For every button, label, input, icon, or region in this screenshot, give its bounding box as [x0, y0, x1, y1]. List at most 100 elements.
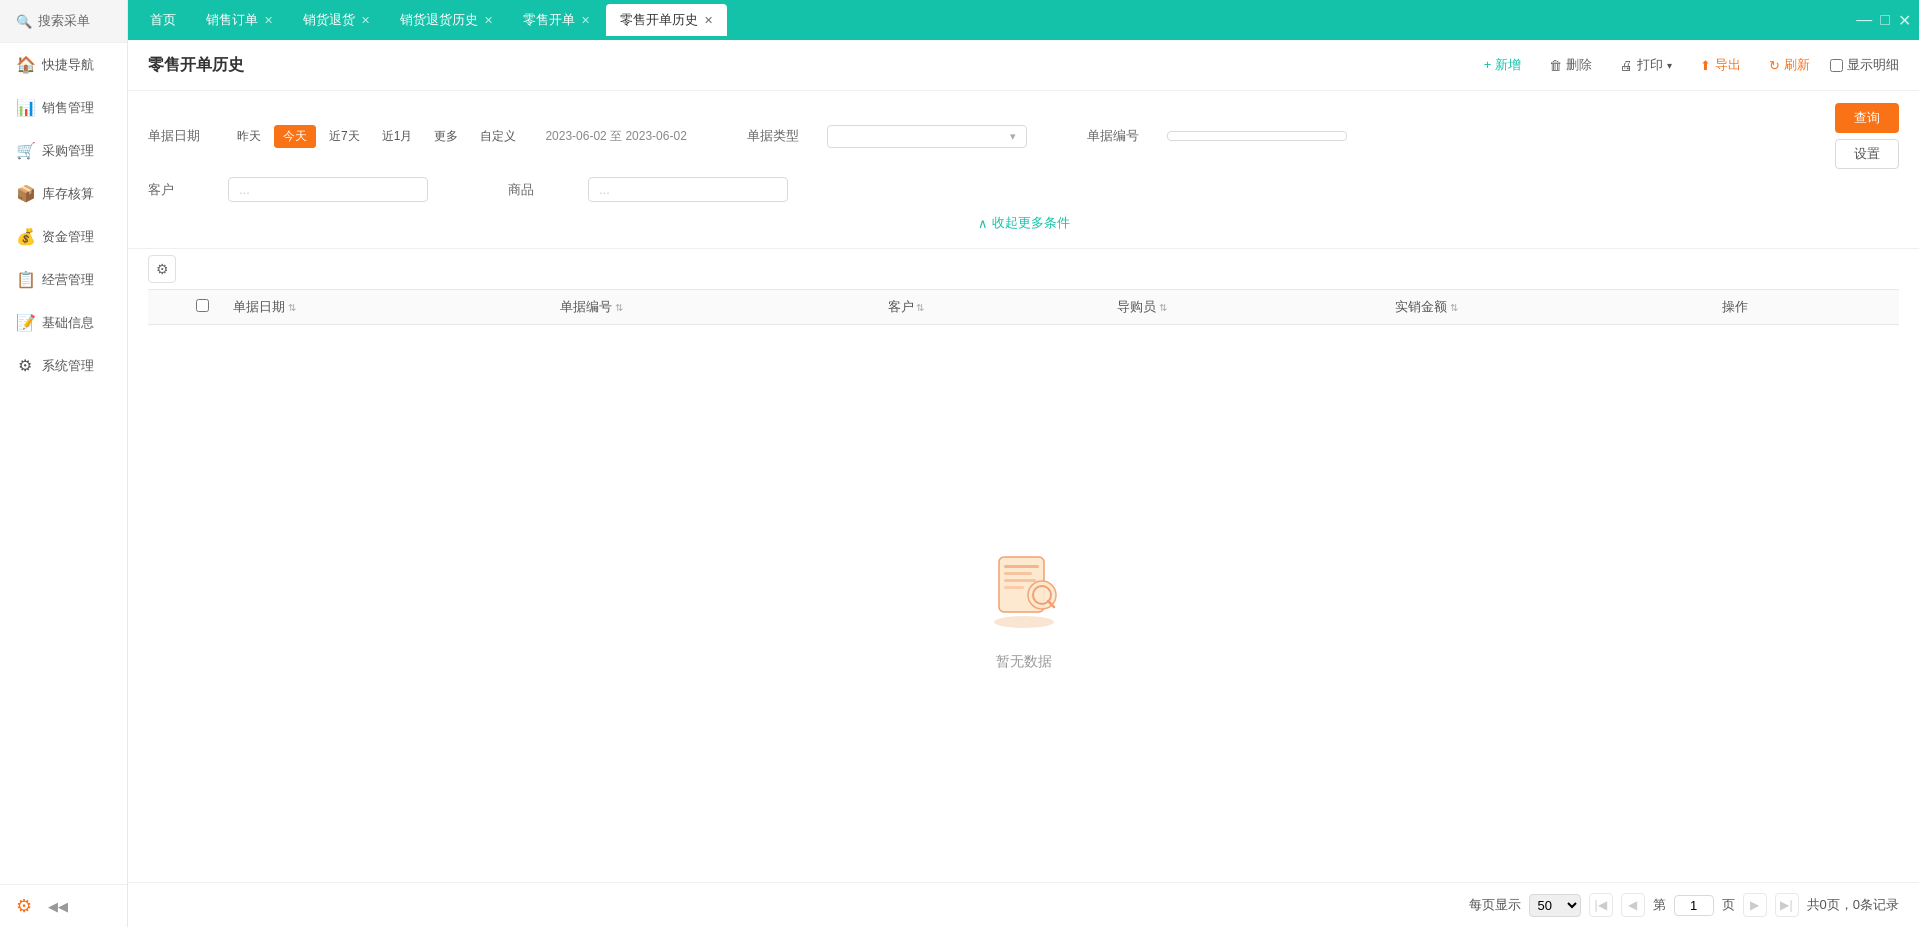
collapse-label: 收起更多条件 [992, 214, 1070, 232]
sidebar-item-system-mgmt[interactable]: ⚙ 系统管理 [0, 344, 127, 387]
export-button[interactable]: ⬆ 导出 [1692, 52, 1749, 78]
sidebar-nav: 🏠 快捷导航 📊 销售管理 🛒采购管理📦库存核算💰资金管理📋经营管理📝基础信息 ⚙ 系统管理 [0, 43, 127, 387]
tab-close-sales-return-history[interactable]: ✕ [484, 14, 493, 27]
collapse-sidebar-icon[interactable]: ◀◀ [48, 899, 68, 914]
display-detail-checkbox-label[interactable]: 显示明细 [1830, 56, 1899, 74]
date-btn-自定义[interactable]: 自定义 [471, 125, 525, 148]
th-ops: 操作 [1710, 290, 1899, 325]
close-window-icon[interactable]: ✕ [1898, 11, 1911, 30]
sort-icon-guide: ⇅ [1156, 302, 1167, 313]
nav-icon-sales-mgmt: 📊 [16, 98, 34, 117]
sidebar-item-finance[interactable]: 💰资金管理 [0, 215, 127, 258]
sidebar-item-quick-nav[interactable]: 🏠 快捷导航 [0, 43, 127, 86]
doc-type-select[interactable]: ▾ [827, 125, 1027, 148]
nav-label-basic-info: 基础信息 [42, 314, 94, 332]
goods-placeholder: ... [599, 182, 610, 197]
content-area: 零售开单历史 + 新增 🗑 删除 🖨 打印 ▾ ⬆ 导出 ↻ [128, 40, 1919, 927]
tab-sales-return-history[interactable]: 销货退货历史 ✕ [386, 4, 507, 36]
tab-close-sales-order[interactable]: ✕ [264, 14, 273, 27]
tab-label-sales-return-history: 销货退货历史 [400, 11, 478, 29]
sort-icon-doc_no: ⇅ [612, 302, 623, 313]
empty-icon [974, 537, 1074, 637]
sidebar: 🔍 搜索采单 🏠 快捷导航 📊 销售管理 🛒采购管理📦库存核算💰资金管理📋经营管理📝基础… [0, 0, 128, 927]
minimize-icon[interactable]: — [1856, 11, 1872, 29]
next-page-button[interactable]: ▶ [1743, 893, 1767, 917]
customer-input[interactable]: ... [228, 177, 428, 202]
print-icon: 🖨 [1620, 58, 1633, 73]
date-btn-昨天[interactable]: 昨天 [228, 125, 270, 148]
sidebar-search[interactable]: 🔍 搜索采单 [0, 0, 127, 43]
per-page-label: 每页显示 [1469, 896, 1521, 914]
th-amount[interactable]: 实销金额 ⇅ [1383, 290, 1710, 325]
first-page-button[interactable]: |◀ [1589, 893, 1613, 917]
doc-no-input[interactable] [1167, 131, 1347, 141]
tab-sales-order[interactable]: 销售订单✕ [192, 4, 287, 36]
sort-icon-date: ⇅ [285, 302, 296, 313]
setting-button[interactable]: 设置 [1835, 139, 1899, 169]
tab-retail-history[interactable]: 零售开单历史✕ [606, 4, 727, 36]
per-page-select[interactable]: 2050100200 [1529, 894, 1581, 917]
display-detail-label: 显示明细 [1847, 56, 1899, 74]
nav-label-system-mgmt: 系统管理 [42, 357, 94, 375]
customer-placeholder: ... [239, 182, 250, 197]
svg-point-0 [994, 616, 1054, 628]
nav-icon-system-mgmt: ⚙ [16, 356, 34, 375]
th-doc_no[interactable]: 单据编号 ⇅ [548, 290, 875, 325]
page-input[interactable] [1674, 895, 1714, 916]
empty-state: 暂无数据 [148, 325, 1899, 882]
collapse-conditions[interactable]: ∧ 收起更多条件 [148, 210, 1899, 236]
sidebar-search-label: 搜索采单 [38, 12, 90, 30]
svg-rect-2 [1004, 565, 1039, 568]
nav-label-purchase-mgmt: 采购管理 [42, 142, 94, 160]
tab-retail-open[interactable]: 零售开单✕ [509, 4, 604, 36]
th-customer[interactable]: 客户 ⇅ [876, 290, 1105, 325]
table-column-settings-icon[interactable]: ⚙ [148, 255, 176, 283]
filter-row-2: 客户 ... 商品 ... [148, 177, 1899, 202]
sidebar-item-inventory[interactable]: 📦库存核算 [0, 172, 127, 215]
print-button[interactable]: 🖨 打印 ▾ [1612, 52, 1680, 78]
nav-icon-operations: 📋 [16, 270, 34, 289]
tab-close-sales-return[interactable]: ✕ [361, 14, 370, 27]
tab-close-retail-history[interactable]: ✕ [704, 14, 713, 27]
last-page-button[interactable]: ▶| [1775, 893, 1799, 917]
chevron-up-icon: ∧ [978, 216, 988, 231]
date-btn-近1月[interactable]: 近1月 [373, 125, 422, 148]
tab-sales-return[interactable]: 销货退货 ✕ [289, 4, 384, 36]
tab-home[interactable]: 首页 [136, 4, 190, 36]
sidebar-item-sales-mgmt[interactable]: 📊 销售管理 [0, 86, 127, 129]
tab-close-retail-open[interactable]: ✕ [581, 14, 590, 27]
goods-input[interactable]: ... [588, 177, 788, 202]
maximize-icon[interactable]: □ [1880, 11, 1890, 29]
date-btn-今天[interactable]: 今天 [274, 125, 316, 148]
col-label-doc_no: 单据编号 [560, 299, 612, 314]
doc-no-label: 单据编号 [1087, 127, 1147, 145]
th-guide[interactable]: 导购员 ⇅ [1105, 290, 1383, 325]
nav-label-quick-nav: 快捷导航 [42, 56, 94, 74]
date-filter-label: 单据日期 [148, 127, 208, 145]
nav-label-sales-mgmt: 销售管理 [42, 99, 94, 117]
table-area: ⚙ 单据日期 ⇅单据编号 ⇅客户 ⇅导购员 ⇅实销金额 ⇅操作 [128, 249, 1919, 882]
date-btn-近7天[interactable]: 近7天 [320, 125, 369, 148]
sidebar-item-purchase-mgmt[interactable]: 🛒采购管理 [0, 129, 127, 172]
tab-bar: 首页销售订单✕销货退货✕销货退货历史✕零售开单✕零售开单历史✕ — □ ✕ [128, 0, 1919, 40]
display-detail-checkbox[interactable] [1830, 59, 1843, 72]
settings-icon[interactable]: ⚙ [16, 895, 32, 917]
select-all-checkbox[interactable] [196, 299, 209, 312]
nav-icon-quick-nav: 🏠 [16, 55, 34, 74]
sidebar-item-operations[interactable]: 📋经营管理 [0, 258, 127, 301]
add-button[interactable]: + 新增 [1476, 52, 1529, 78]
col-label-ops: 操作 [1722, 299, 1748, 314]
delete-button[interactable]: 🗑 删除 [1541, 52, 1600, 78]
page-title: 零售开单历史 [148, 55, 244, 76]
sidebar-item-basic-info[interactable]: 📝基础信息 [0, 301, 127, 344]
svg-rect-4 [1004, 579, 1036, 582]
tab-label-sales-return: 销货退货 [303, 11, 355, 29]
th-date[interactable]: 单据日期 ⇅ [221, 290, 548, 325]
filter-row-1: 单据日期 昨天今天近7天近1月更多自定义 2023-06-02 至 2023-0… [148, 103, 1899, 169]
search-icon: 🔍 [16, 14, 32, 29]
query-button[interactable]: 查询 [1835, 103, 1899, 133]
prev-page-button[interactable]: ◀ [1621, 893, 1645, 917]
refresh-button[interactable]: ↻ 刷新 [1761, 52, 1818, 78]
nav-label-inventory: 库存核算 [42, 185, 94, 203]
date-btn-更多[interactable]: 更多 [425, 125, 467, 148]
